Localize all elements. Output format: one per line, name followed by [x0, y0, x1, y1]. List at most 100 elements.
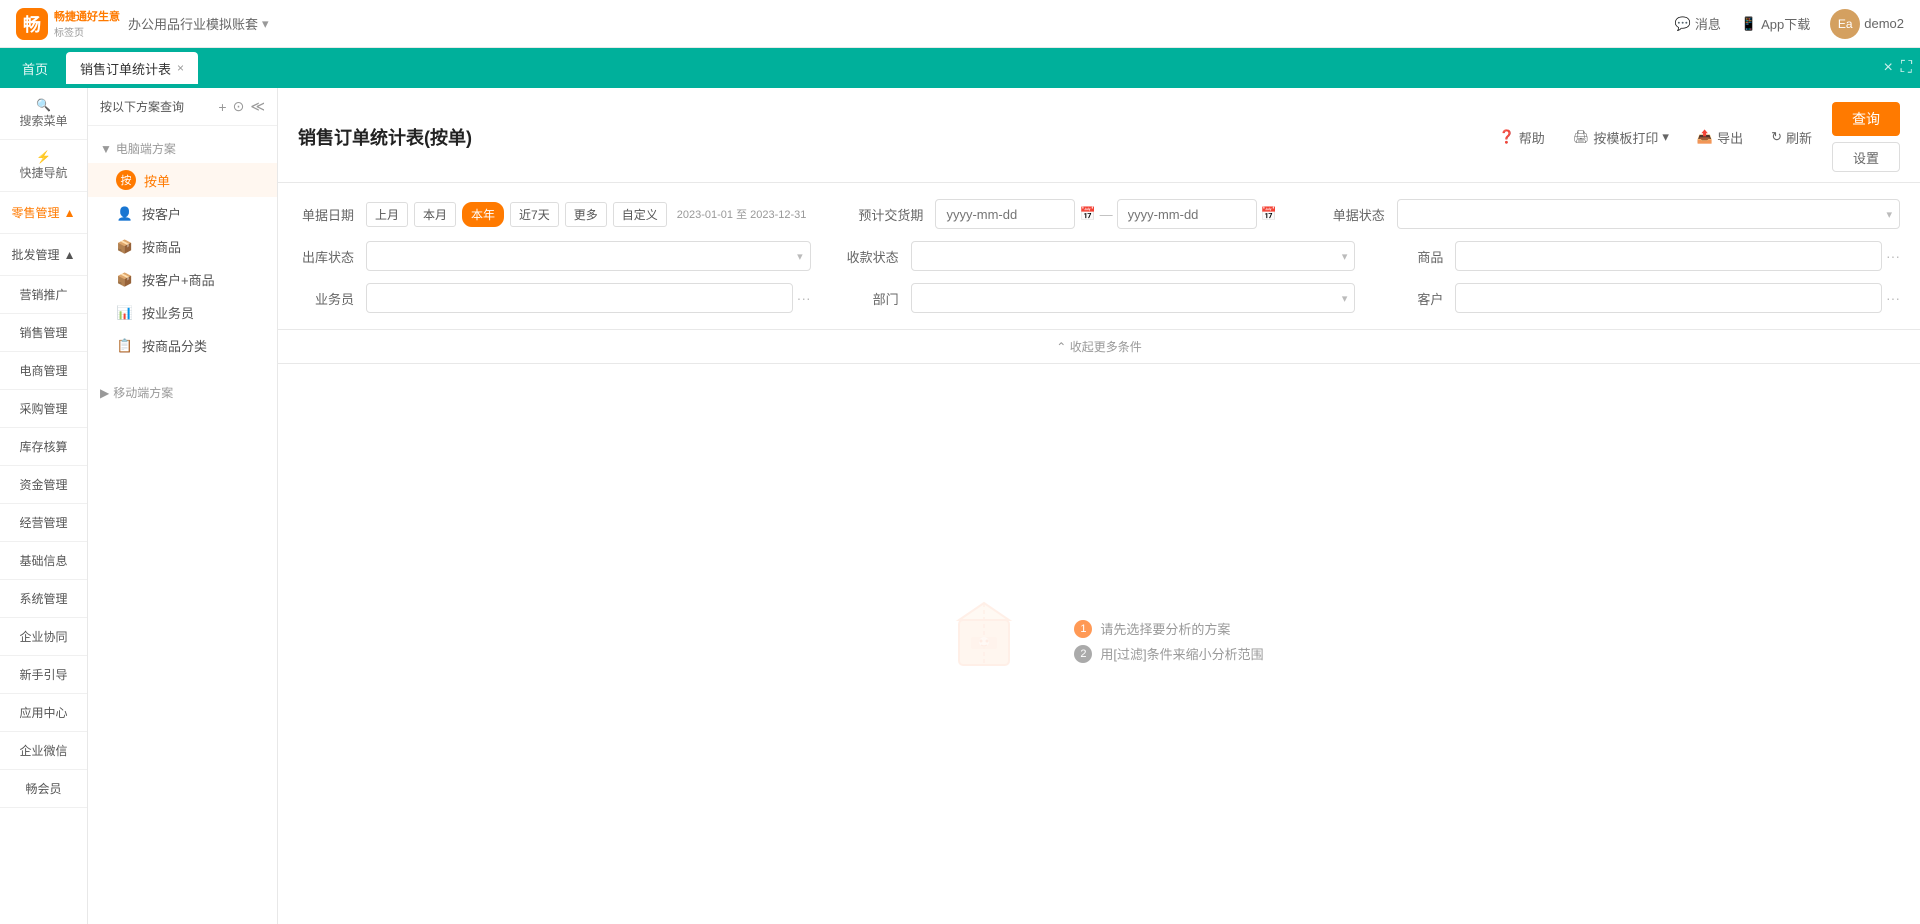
sidebar-item-enterprise[interactable]: 企业协同: [0, 618, 87, 656]
preset-7-days[interactable]: 近7天: [510, 202, 559, 227]
customer-input[interactable]: [1455, 283, 1882, 313]
customer-scheme-icon: 👤: [116, 205, 134, 223]
salesman-input[interactable]: [366, 283, 793, 313]
scheme-item-by-order[interactable]: 按 按单: [88, 163, 277, 197]
goods-scheme-icon: 📦: [116, 238, 134, 256]
download-icon: 📱: [1741, 16, 1757, 32]
preset-last-month[interactable]: 上月: [366, 202, 408, 227]
window-close-button[interactable]: ×: [1883, 59, 1892, 77]
top-bar-left: 畅 畅捷通好生意 标签页 办公用品行业模拟账套 ▾: [16, 8, 269, 40]
wholesale-arrow-icon: ▲: [64, 248, 76, 262]
settings-button[interactable]: 设置: [1832, 142, 1900, 172]
goods-input[interactable]: [1455, 241, 1882, 271]
pay-status-select[interactable]: [911, 241, 1356, 271]
help-icon: ❓: [1499, 129, 1515, 145]
scheme-item-by-category[interactable]: 📋 按商品分类: [88, 329, 277, 362]
title-caret-icon: ▾: [262, 16, 269, 32]
refresh-icon: ↻: [1771, 129, 1782, 145]
collapse-bar[interactable]: ⌃ 收起更多条件: [278, 330, 1920, 364]
app-title[interactable]: 办公用品行业模拟账套 ▾: [128, 14, 269, 33]
export-icon: 📤: [1697, 129, 1713, 145]
sidebar-item-basic-info[interactable]: 基础信息: [0, 542, 87, 580]
dept-select-wrap: ▾: [911, 283, 1356, 313]
tab-sales-order[interactable]: 销售订单统计表 ×: [66, 52, 198, 84]
sidebar-item-finance[interactable]: 资金管理: [0, 466, 87, 504]
expected-date-start[interactable]: [935, 199, 1075, 229]
sidebar-item-marketing[interactable]: 营销推广: [0, 276, 87, 314]
preset-more[interactable]: 更多: [565, 202, 607, 227]
filter-row-1: 单据日期 上月 本月 本年 近7天 更多 自定义 2023-01-01 至 20…: [298, 199, 1900, 229]
pc-group-arrow-icon: ▼: [100, 142, 112, 156]
sidebar-item-member[interactable]: 畅会员: [0, 770, 87, 808]
page-title: 销售订单统计表(按单): [298, 124, 472, 150]
sidebar-item-wechat[interactable]: 企业微信: [0, 732, 87, 770]
mobile-scheme-group-title[interactable]: ▶ 移动端方案: [88, 378, 277, 407]
logo-text: 畅捷通好生意 标签页: [54, 8, 120, 39]
tab-close-icon[interactable]: ×: [177, 61, 184, 75]
app-download-button[interactable]: 📱 App下载: [1741, 14, 1810, 33]
search-menu-button[interactable]: 🔍 搜索菜单: [0, 88, 87, 140]
sidebar-item-operation[interactable]: 经营管理: [0, 504, 87, 542]
customer-goods-scheme-icon: 📦: [116, 271, 134, 289]
sidebar-item-sales[interactable]: 销售管理: [0, 314, 87, 352]
filter-area: 单据日期 上月 本月 本年 近7天 更多 自定义 2023-01-01 至 20…: [278, 183, 1920, 330]
sidebar-item-guide[interactable]: 新手引导: [0, 656, 87, 694]
scheme-item-by-customer[interactable]: 👤 按客户: [88, 197, 277, 230]
expected-date-end[interactable]: [1117, 199, 1257, 229]
pay-status-select-wrap: ▾: [911, 241, 1356, 271]
help-button[interactable]: ❓ 帮助: [1491, 124, 1553, 151]
preset-custom[interactable]: 自定义: [613, 202, 667, 227]
customer-input-wrap: ···: [1455, 283, 1900, 313]
preset-this-year[interactable]: 本年: [462, 202, 504, 227]
print-button[interactable]: 🖨 按模板打印 ▾: [1565, 124, 1677, 151]
scheme-add-button[interactable]: +: [218, 99, 226, 115]
date-range-display: 2023-01-01 至 2023-12-31: [677, 206, 807, 222]
sidebar-item-system[interactable]: 系统管理: [0, 580, 87, 618]
calendar-end-icon[interactable]: 📅: [1261, 206, 1277, 222]
tab-bar: 首页 销售订单统计表 × × ⛶: [0, 48, 1920, 88]
sidebar-item-ecommerce[interactable]: 电商管理: [0, 352, 87, 390]
quick-nav-button[interactable]: ⚡ 快捷导航: [0, 140, 87, 192]
scheme-header: 按以下方案查询 + ⊙ ≪: [88, 88, 277, 126]
tab-home[interactable]: 首页: [8, 52, 62, 84]
scheme-settings-button[interactable]: ⊙: [233, 98, 245, 115]
print-icon: 🖨: [1573, 129, 1590, 145]
collapse-arrow-icon: ⌃: [1056, 340, 1069, 354]
preset-this-month[interactable]: 本月: [414, 202, 456, 227]
scheme-collapse-button[interactable]: ≪: [250, 98, 265, 115]
sidebar-item-purchase[interactable]: 采购管理: [0, 390, 87, 428]
top-bar: 畅 畅捷通好生意 标签页 办公用品行业模拟账套 ▾ 💬 消息 📱 App下载 E…: [0, 0, 1920, 48]
sidebar-item-retail[interactable]: 零售管理 ▲: [0, 192, 87, 234]
scheme-item-by-goods[interactable]: 📦 按商品: [88, 230, 277, 263]
goods-more-icon[interactable]: ···: [1886, 248, 1900, 264]
scheme-item-by-salesman[interactable]: 📊 按业务员: [88, 296, 277, 329]
out-status-select[interactable]: [366, 241, 811, 271]
filter-row-2: 出库状态 ▾ 收款状态 ▾ 商品 ···: [298, 241, 1900, 271]
pc-scheme-group-title[interactable]: ▼ 电脑端方案: [88, 134, 277, 163]
content-area: 按以下方案查询 + ⊙ ≪ ▼ 电脑端方案 按 按单 👤 按客户: [88, 88, 1920, 924]
calendar-start-icon[interactable]: 📅: [1079, 206, 1095, 222]
goods-label: 商品: [1387, 247, 1443, 266]
avatar: Ea: [1830, 9, 1860, 39]
query-button[interactable]: 查询: [1832, 102, 1900, 136]
out-status-label: 出库状态: [298, 247, 354, 266]
export-button[interactable]: 📤 导出: [1689, 124, 1751, 151]
customer-more-icon[interactable]: ···: [1886, 290, 1900, 306]
doc-status-select[interactable]: [1397, 199, 1900, 229]
dept-select[interactable]: [911, 283, 1356, 313]
page-header: 销售订单统计表(按单) ❓ 帮助 🖨 按模板打印 ▾ 📤 导出: [278, 88, 1920, 183]
dept-label: 部门: [843, 289, 899, 308]
message-button[interactable]: 💬 消息: [1675, 14, 1721, 33]
window-expand-button[interactable]: ⛶: [1901, 59, 1912, 77]
salesman-more-icon[interactable]: ···: [797, 290, 811, 306]
user-menu[interactable]: Ea demo2: [1830, 9, 1904, 39]
date-label: 单据日期: [298, 205, 354, 224]
refresh-button[interactable]: ↻ 刷新: [1763, 124, 1820, 151]
sidebar-item-wholesale[interactable]: 批发管理 ▲: [0, 234, 87, 276]
scheme-item-by-customer-goods[interactable]: 📦 按客户+商品: [88, 263, 277, 296]
tab-bar-actions: × ⛶: [1883, 59, 1912, 77]
pay-status-label: 收款状态: [843, 247, 899, 266]
sidebar-item-inventory[interactable]: 库存核算: [0, 428, 87, 466]
sidebar-item-app-center[interactable]: 应用中心: [0, 694, 87, 732]
message-icon: 💬: [1675, 16, 1691, 32]
